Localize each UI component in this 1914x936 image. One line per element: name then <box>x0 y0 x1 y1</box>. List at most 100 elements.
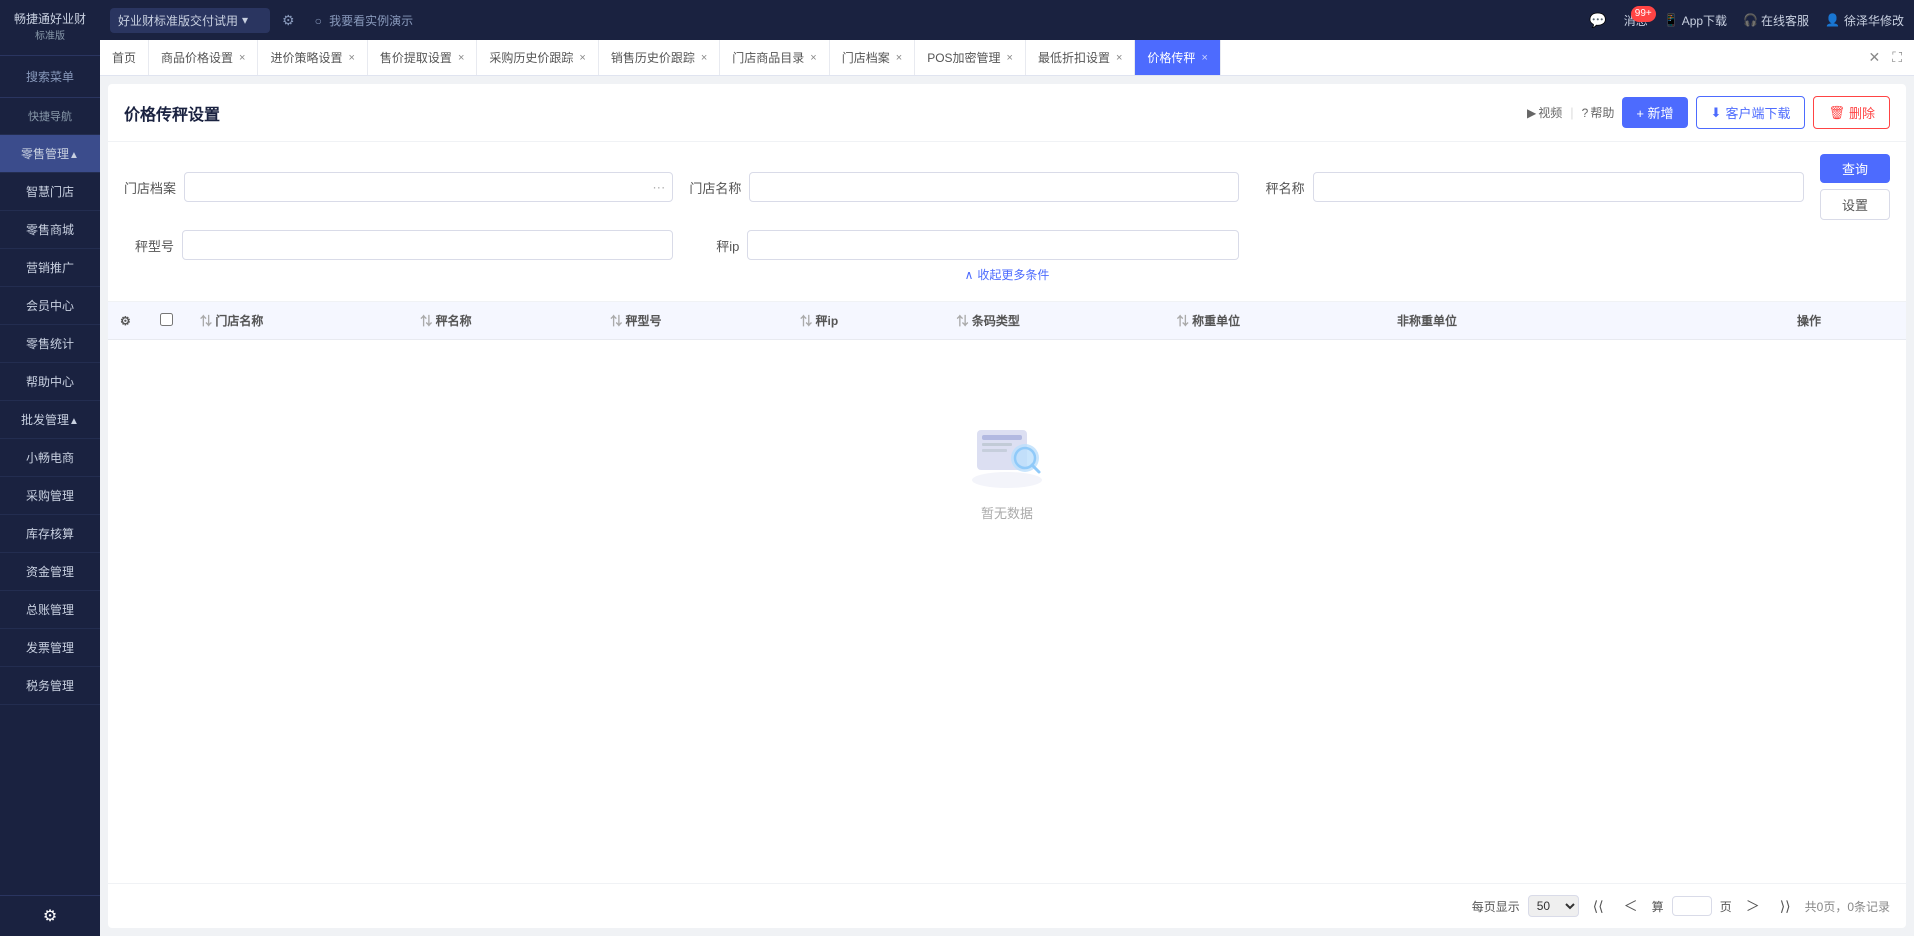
close-tab-store-catalog-icon[interactable]: × <box>810 52 816 64</box>
download-client-button[interactable]: ⬇ 客户端下载 <box>1696 96 1806 129</box>
sidebar-item-tax[interactable]: 税务管理 <box>0 667 100 705</box>
close-tab-sale-extract-icon[interactable]: × <box>458 52 464 64</box>
scale-model-input[interactable] <box>182 230 673 260</box>
store-name-input[interactable] <box>749 172 1238 202</box>
add-button[interactable]: + 新增 <box>1622 97 1687 128</box>
tab-store-profile[interactable]: 门店档案× <box>830 40 915 76</box>
query-button[interactable]: 查询 <box>1820 154 1890 183</box>
ellipsis-icon[interactable]: ··· <box>652 180 665 195</box>
th-settings[interactable]: ⚙ <box>108 302 148 340</box>
next-page-button[interactable]: ＞ <box>1740 894 1766 918</box>
sidebar-item-retail-stats[interactable]: 零售统计 <box>0 325 100 363</box>
th-checkbox <box>148 302 188 340</box>
sidebar-item-wholesale-mgmt[interactable]: 批发管理▲ <box>0 401 100 439</box>
sidebar-item-marketing[interactable]: 营销推广 <box>0 249 100 287</box>
tab-min-discount[interactable]: 最低折扣设置× <box>1026 40 1135 76</box>
close-tab-min-discount-icon[interactable]: × <box>1116 52 1122 64</box>
sort-icon[interactable]: ⇅ <box>1177 314 1189 328</box>
sidebar-item-retail-mall[interactable]: 零售商城 <box>0 211 100 249</box>
video-link[interactable]: ▶ 视频 <box>1527 104 1562 121</box>
user-menu[interactable]: 👤 徐泽华修改 <box>1825 12 1904 29</box>
chevron-down-icon: ▾ <box>242 13 248 27</box>
table-body: 暂无数据 <box>108 340 1906 583</box>
sidebar-search[interactable]: 搜索菜单 <box>0 56 100 98</box>
sort-icon[interactable]: ⇅ <box>800 314 812 328</box>
close-tab-sale-history-icon[interactable]: × <box>701 52 707 64</box>
collapse-button[interactable]: ∧ 收起更多条件 <box>124 260 1890 289</box>
th-scale-ip: ⇅ 秤ip <box>788 302 944 340</box>
user-icon: 👤 <box>1825 13 1840 27</box>
search-menu-button[interactable]: 搜索菜单 <box>8 64 92 89</box>
message-badge[interactable]: 💬 99+ 消息 <box>1589 12 1648 29</box>
page-total-info: 共0页，0条记录 <box>1805 898 1890 915</box>
tab-product-price[interactable]: 商品价格设置× <box>149 40 258 76</box>
play-icon: ▶ <box>1527 106 1536 120</box>
scale-name-input[interactable] <box>1313 172 1804 202</box>
page-container: 价格传秤设置 ▶ 视频 | ? 帮助 + 新增 ⬇ 客户端下载 🗑 <box>108 84 1906 928</box>
close-tab-button[interactable]: ✕ <box>1864 47 1884 68</box>
store-name-label: 门店名称 <box>689 178 741 197</box>
first-page-button[interactable]: ⟨⟨ <box>1587 896 1610 917</box>
scale-ip-input[interactable] <box>747 230 1238 260</box>
filter-area: 门店档案 ··· 门店名称 秤名称 查询 设置 <box>108 142 1906 302</box>
th-non-weight-unit: 非称重单位 <box>1385 302 1785 340</box>
sidebar-item-help-center[interactable]: 帮助中心 <box>0 363 100 401</box>
sidebar-item-gl[interactable]: 总账管理 <box>0 591 100 629</box>
select-all-checkbox[interactable] <box>160 313 173 326</box>
sidebar-settings[interactable]: ⚙ <box>0 895 100 936</box>
delete-button[interactable]: 🗑 删除 <box>1813 96 1890 129</box>
filter-row-2: 秤型号 秤ip <box>124 230 1890 260</box>
headset-icon: 🎧 <box>1743 13 1758 27</box>
tab-price-scale[interactable]: 价格传秤× <box>1135 40 1220 76</box>
close-tab-product-price-icon[interactable]: × <box>239 52 245 64</box>
demo-link[interactable]: ○ 我要看实例演示 <box>315 12 414 29</box>
sidebar-item-purchase-mgmt[interactable]: 采购管理 <box>0 477 100 515</box>
query-settings-buttons: 查询 设置 <box>1820 154 1890 220</box>
sidebar-item-xiaochang-ec[interactable]: 小畅电商 <box>0 439 100 477</box>
close-tab-price-scale-icon[interactable]: × <box>1201 52 1207 64</box>
sidebar-item-smart-store[interactable]: 智慧门店 <box>0 173 100 211</box>
close-tab-store-profile-icon[interactable]: × <box>896 52 902 64</box>
last-page-button[interactable]: ⟩⟩ <box>1774 896 1797 917</box>
tab-purchase-strategy[interactable]: 进价策略设置× <box>258 40 367 76</box>
prev-page-button[interactable]: ＜ <box>1618 894 1644 918</box>
tab-home[interactable]: 首页 <box>100 40 149 76</box>
per-page-select[interactable]: 50 100 200 <box>1528 895 1579 917</box>
tab-purchase-history[interactable]: 采购历史价跟踪× <box>477 40 598 76</box>
sort-icon[interactable]: ⇅ <box>200 314 212 328</box>
pagination: 每页显示 50 100 200 ⟨⟨ ＜ 算 1 页 ＞ ⟩⟩ 共0页，0条记录 <box>108 883 1906 928</box>
tab-store-catalog[interactable]: 门店商品目录× <box>720 40 829 76</box>
maximize-tab-button[interactable]: ⛶ <box>1888 47 1906 68</box>
sidebar-item-member-center[interactable]: 会员中心 <box>0 287 100 325</box>
page-number-input[interactable]: 1 <box>1672 896 1712 916</box>
header-right: 💬 99+ 消息 📱 App下载 🎧 在线客服 👤 徐泽华修改 <box>1589 12 1904 29</box>
table-header: ⚙ ⇅ 门店名称 ⇅ 秤名称 ⇅ <box>108 302 1906 340</box>
close-tab-purchase-strategy-icon[interactable]: × <box>348 52 354 64</box>
settings-button[interactable]: 设置 <box>1820 189 1890 220</box>
close-tab-pos-mgmt-icon[interactable]: × <box>1007 52 1013 64</box>
online-service-link[interactable]: 🎧 在线客服 <box>1743 12 1809 29</box>
sidebar-item-inventory[interactable]: 库存核算 <box>0 515 100 553</box>
page-suffix: 页 <box>1720 898 1732 915</box>
header-version-dropdown[interactable]: 好业财标准版交付试用 ▾ <box>110 8 270 33</box>
sort-icon[interactable]: ⇅ <box>420 314 432 328</box>
close-tab-purchase-history-icon[interactable]: × <box>579 52 585 64</box>
store-profile-input[interactable] <box>184 172 673 202</box>
header: 好业财标准版交付试用 ▾ ⚙ ○ 我要看实例演示 💬 99+ 消息 📱 App下… <box>100 0 1914 40</box>
help-link[interactable]: ? 帮助 <box>1582 104 1615 121</box>
sidebar-logo: 畅捷通好业财 标准版 <box>0 0 100 56</box>
trash-icon: 🗑 <box>1828 105 1845 121</box>
sidebar-item-finance[interactable]: 资金管理 <box>0 553 100 591</box>
tab-sale-history[interactable]: 销售历史价跟踪× <box>599 40 720 76</box>
page-header: 价格传秤设置 ▶ 视频 | ? 帮助 + 新增 ⬇ 客户端下载 🗑 <box>108 84 1906 142</box>
filter-row-1: 门店档案 ··· 门店名称 秤名称 查询 设置 <box>124 154 1890 220</box>
app-download-link[interactable]: 📱 App下载 <box>1664 12 1727 29</box>
tab-pos-mgmt[interactable]: POS加密管理× <box>915 40 1026 76</box>
sidebar-item-invoice[interactable]: 发票管理 <box>0 629 100 667</box>
sort-icon[interactable]: ⇅ <box>957 314 969 328</box>
sidebar-item-retail-mgmt[interactable]: 零售管理▲ <box>0 135 100 173</box>
header-settings-button[interactable]: ⚙ <box>278 8 299 33</box>
sort-icon[interactable]: ⇅ <box>610 314 622 328</box>
menu-label: 零售管理 <box>21 147 69 161</box>
tab-sale-extract[interactable]: 售价提取设置× <box>368 40 477 76</box>
